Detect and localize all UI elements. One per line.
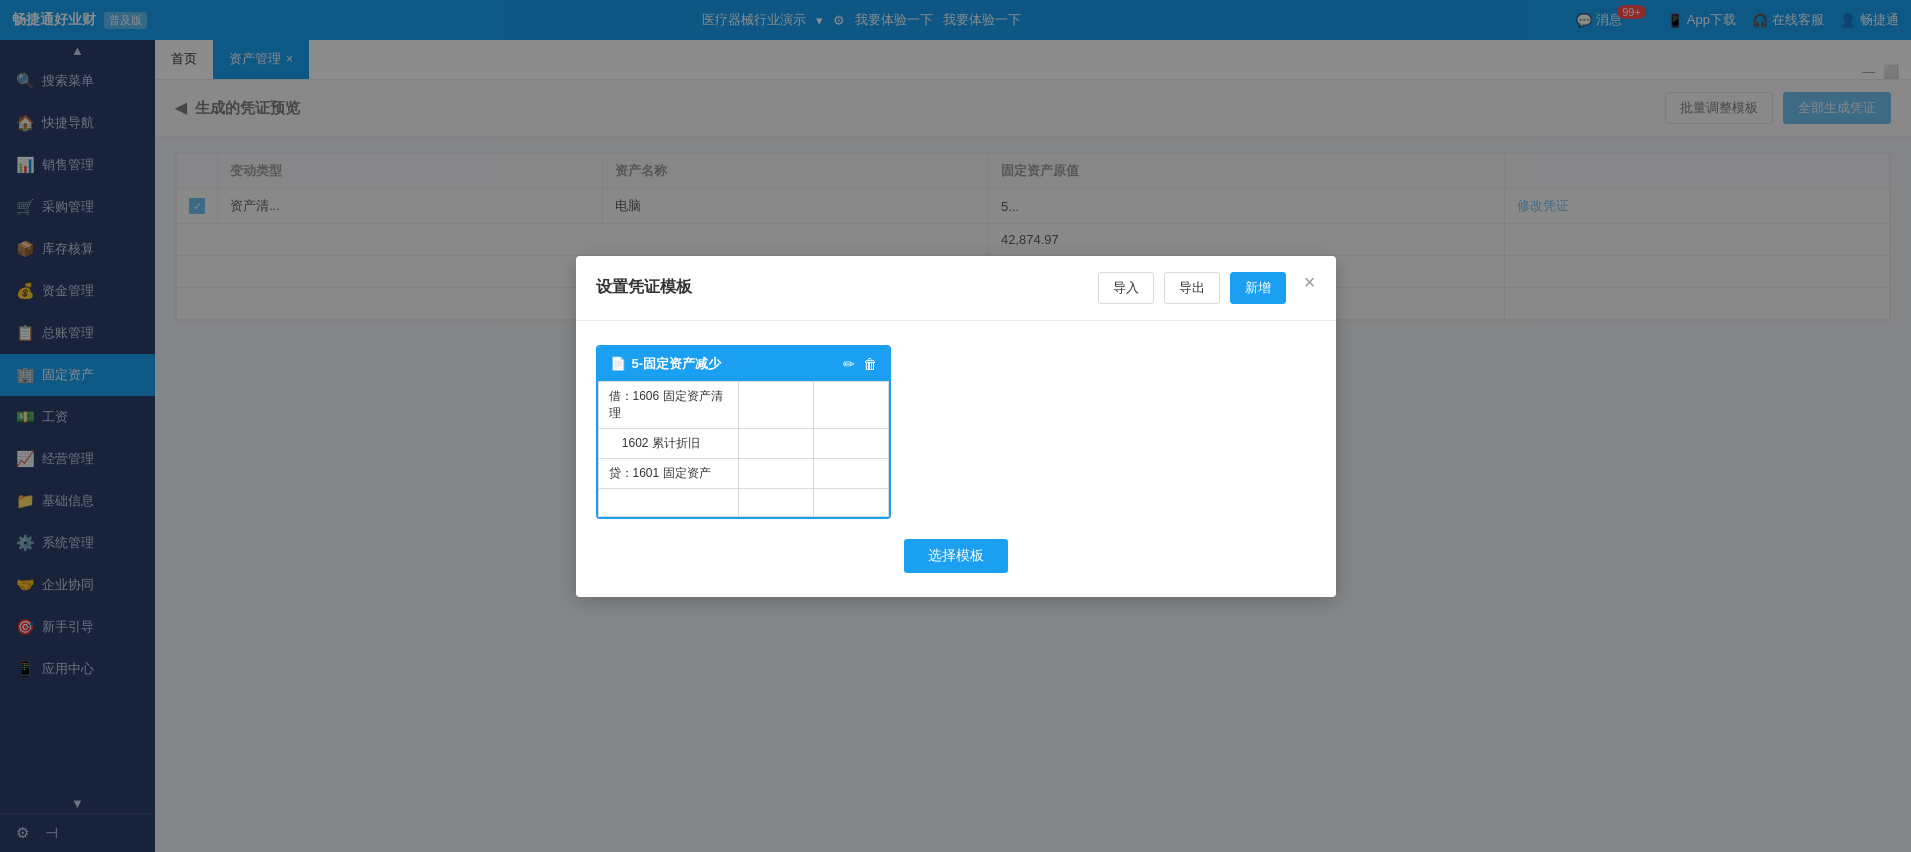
template-empty-row (598, 488, 888, 516)
export-btn[interactable]: 导出 (1164, 272, 1220, 304)
dialog-body: 📄 5-固定资产减少 ✏ 🗑 (576, 321, 1336, 597)
dialog-close-btn[interactable]: × (1304, 272, 1316, 304)
template-entries-table: 借：1606 固定资产清理 1602 累计折旧 (598, 381, 889, 517)
debit-amount-1a (738, 381, 813, 428)
template-card-title: 📄 5-固定资产减少 (610, 355, 722, 373)
page-content: ◀ 生成的凭证预览 批量调整模板 全部生成凭证 (155, 80, 1911, 852)
template-card-actions: ✏ 🗑 (843, 356, 877, 372)
debit-type-2: 1602 累计折旧 (598, 428, 738, 458)
credit-amount-1a (738, 458, 813, 488)
debit-amount-2a (738, 428, 813, 458)
modal-overlay: 设置凭证模板 导入 导出 新增 × (155, 80, 1911, 852)
debit-amount-2b (813, 428, 888, 458)
template-edit-icon[interactable]: ✏ (843, 356, 855, 372)
main-layout: ▲ 🔍 搜索菜单 🏠 快捷导航 📊 销售管理 🛒 采购管理 (0, 40, 1911, 852)
template-card: 📄 5-固定资产减少 ✏ 🗑 (596, 345, 891, 519)
template-delete-icon[interactable]: 🗑 (863, 356, 877, 372)
template-credit-row-1: 贷：1601 固定资产 (598, 458, 888, 488)
template-card-header: 📄 5-固定资产减少 ✏ 🗑 (598, 347, 889, 381)
credit-amount-1b (813, 458, 888, 488)
debit-type-1: 借：1606 固定资产清理 (598, 381, 738, 428)
template-debit-row-1: 借：1606 固定资产清理 (598, 381, 888, 428)
app-container: 畅捷通好业财 普及版 医疗器械行业演示 ▾ ⚙ 我要体验一下 我要体验一下 💬 … (0, 0, 1911, 852)
new-template-btn[interactable]: 新增 (1230, 272, 1286, 304)
import-btn[interactable]: 导入 (1098, 272, 1154, 304)
template-debit-row-2: 1602 累计折旧 (598, 428, 888, 458)
content-area: 首页 资产管理 × — ⬜ ◀ 生成的凭证预览 (155, 40, 1911, 852)
dialog-title: 设置凭证模板 (596, 277, 692, 298)
debit-amount-1b (813, 381, 888, 428)
select-template-area: 选择模板 (596, 539, 1316, 573)
template-card-name: 5-固定资产减少 (632, 355, 722, 373)
credit-type-1: 贷：1601 固定资产 (598, 458, 738, 488)
empty-3 (813, 488, 888, 516)
template-card-doc-icon: 📄 (610, 356, 626, 371)
empty-1 (598, 488, 738, 516)
dialog-header: 设置凭证模板 导入 导出 新增 × (576, 256, 1336, 321)
dialog-header-actions: 导入 导出 新增 × (1098, 272, 1316, 304)
dialog: 设置凭证模板 导入 导出 新增 × (576, 256, 1336, 597)
select-template-btn[interactable]: 选择模板 (904, 539, 1008, 573)
empty-2 (738, 488, 813, 516)
